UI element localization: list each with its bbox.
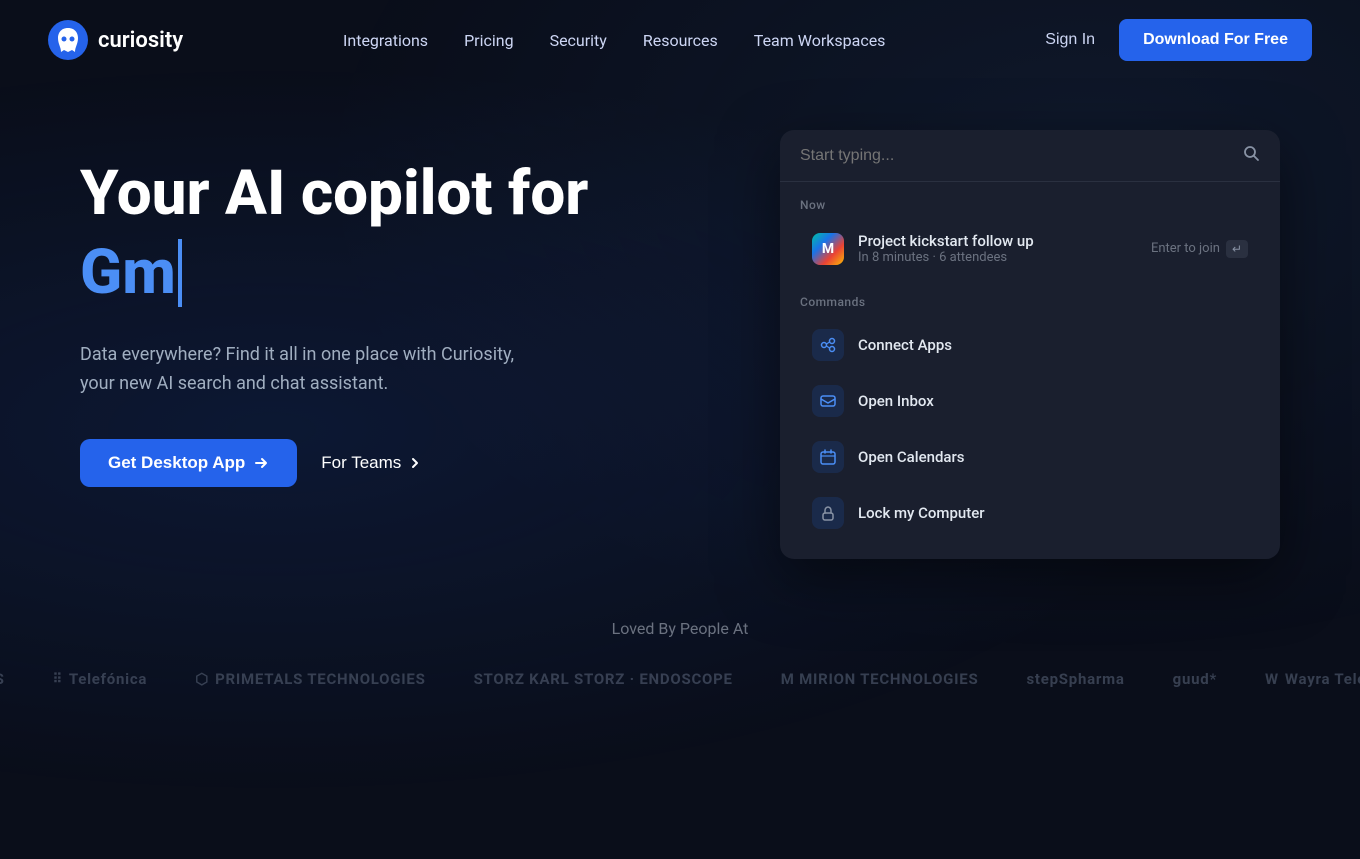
demo-panel: Now M Project kickstart follow up In 8 m… — [780, 130, 1280, 559]
command-lock-computer[interactable]: Lock my Computer — [800, 487, 1260, 539]
calendar-icon — [812, 441, 844, 473]
nav-integrations[interactable]: Integrations — [343, 31, 428, 50]
logo-text: curiosity — [98, 28, 183, 53]
now-label: Now — [800, 198, 1260, 212]
hero-buttons: Get Desktop App For Teams — [80, 439, 588, 487]
nav-team-workspaces[interactable]: Team Workspaces — [754, 31, 886, 50]
get-desktop-app-button[interactable]: Get Desktop App — [80, 439, 297, 487]
connect-apps-label: Connect Apps — [858, 336, 952, 354]
logo-mirion: M MIRION TECHNOLOGIES — [781, 670, 979, 688]
logo-link[interactable]: curiosity — [48, 20, 183, 60]
commands-label: Commands — [800, 295, 1260, 309]
nav-links: Integrations Pricing Security Resources … — [343, 31, 885, 50]
logos-section: Loved By People At AIRBUS ⠿ Telefónica ⬡… — [0, 559, 1360, 708]
logo-primetals: ⬡ PRIMETALS TECHNOLOGIES — [195, 670, 425, 688]
google-meet-icon: M — [812, 233, 844, 265]
demo-search-input[interactable] — [800, 147, 1232, 165]
search-icon — [1242, 144, 1260, 167]
hero-animated-text-content: Gm — [80, 236, 176, 309]
meeting-subtitle: In 8 minutes · 6 attendees — [858, 250, 1137, 265]
chevron-right-icon — [407, 455, 423, 471]
hero-section: Your AI copilot for Gm Data everywhere? … — [0, 80, 1360, 559]
command-connect-apps[interactable]: Connect Apps — [800, 319, 1260, 371]
logo-airbus: AIRBUS — [0, 670, 5, 688]
logo-steppharma: stepSpharma — [1026, 670, 1124, 688]
demo-search-bar — [780, 130, 1280, 182]
hero-description: Data everywhere? Find it all in one plac… — [80, 341, 540, 399]
hero-animated-word: Gm — [80, 236, 588, 309]
logo-telefonica: ⠿ Telefónica — [53, 670, 148, 688]
text-cursor — [178, 239, 182, 307]
nav-security[interactable]: Security — [550, 31, 607, 50]
logo-storz: STORZ KARL STORZ · ENDOSCOPE — [474, 670, 733, 688]
command-open-calendars[interactable]: Open Calendars — [800, 431, 1260, 483]
download-button[interactable]: Download For Free — [1119, 19, 1312, 61]
meeting-content: Project kickstart follow up In 8 minutes… — [858, 232, 1137, 265]
hero-title: Your AI copilot for — [80, 160, 588, 228]
logos-strip: AIRBUS ⠿ Telefónica ⬡ PRIMETALS TECHNOLO… — [0, 670, 1360, 688]
demo-meeting-item[interactable]: M Project kickstart follow up In 8 minut… — [800, 222, 1260, 275]
nav-right: Sign In Download For Free — [1045, 19, 1312, 61]
logo-guud: guud* — [1173, 670, 1217, 688]
meeting-title: Project kickstart follow up — [858, 232, 1137, 250]
open-calendars-label: Open Calendars — [858, 448, 965, 466]
nav-resources[interactable]: Resources — [643, 31, 718, 50]
connect-apps-icon — [812, 329, 844, 361]
for-teams-button[interactable]: For Teams — [321, 453, 423, 473]
lock-computer-label: Lock my Computer — [858, 504, 985, 522]
meeting-action: Enter to join ↵ — [1151, 240, 1248, 258]
demo-now-section: Now M Project kickstart follow up In 8 m… — [780, 182, 1280, 287]
logos-title: Loved By People At — [0, 619, 1360, 638]
open-inbox-label: Open Inbox — [858, 392, 934, 410]
command-open-inbox[interactable]: Open Inbox — [800, 375, 1260, 427]
hero-left: Your AI copilot for Gm Data everywhere? … — [80, 140, 588, 487]
arrow-right-icon — [253, 455, 269, 471]
logo-wayra: W Wayra Telefónica — [1265, 670, 1360, 688]
sign-in-button[interactable]: Sign In — [1045, 31, 1095, 49]
enter-key-icon: ↵ — [1226, 240, 1248, 258]
curiosity-logo-icon — [48, 20, 88, 60]
lock-icon — [812, 497, 844, 529]
commands-section: Commands Connect Apps — [780, 287, 1280, 559]
inbox-icon — [812, 385, 844, 417]
nav-pricing[interactable]: Pricing — [464, 31, 514, 50]
navigation: curiosity Integrations Pricing Security … — [0, 0, 1360, 80]
